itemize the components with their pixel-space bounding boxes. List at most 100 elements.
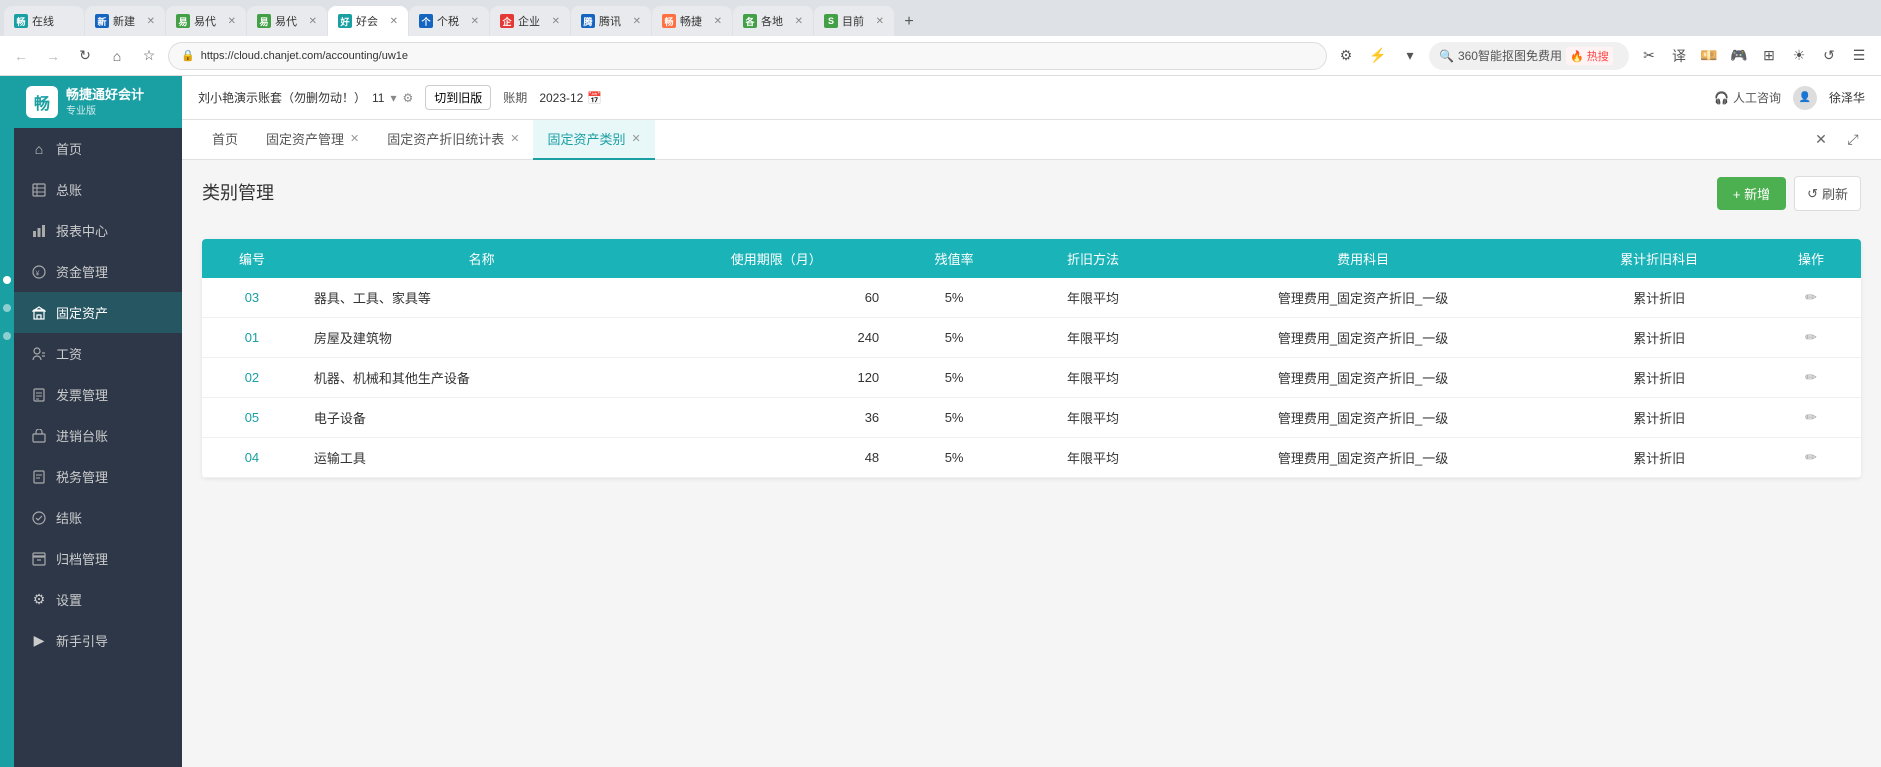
- tab-title-9: 畅捷: [680, 13, 710, 29]
- refresh-button[interactable]: ↺ 刷新: [1794, 176, 1861, 211]
- chart-icon: [30, 222, 48, 240]
- sidebar-item-guide[interactable]: ▶ 新手引导: [14, 620, 182, 661]
- tab-close-8[interactable]: ✕: [633, 16, 641, 27]
- cell-period-4: 48: [661, 438, 891, 478]
- menu-icon[interactable]: ☰: [1845, 42, 1873, 70]
- tab-favicon-11: S: [824, 14, 838, 28]
- edit-button-2[interactable]: ✏: [1805, 369, 1817, 385]
- translate-icon[interactable]: 译: [1665, 42, 1693, 70]
- tab-fixed-asset-category[interactable]: 固定资产类别 ✕: [533, 120, 654, 160]
- browser-tab-8[interactable]: 腾 腾讯 ✕: [571, 6, 651, 36]
- add-button[interactable]: + 新增: [1717, 177, 1786, 210]
- browser-tab-2[interactable]: 新 新建 ✕: [85, 6, 165, 36]
- browser-tab-6[interactable]: 个 个税 ✕: [409, 6, 489, 36]
- history-icon[interactable]: ↺: [1815, 42, 1843, 70]
- browser-tab-1[interactable]: 畅 在线: [4, 6, 84, 36]
- tab-close-3[interactable]: ✕: [228, 16, 236, 27]
- tab-maximize-button[interactable]: ⤢: [1841, 128, 1865, 152]
- username: 徐泽华: [1829, 89, 1865, 106]
- panel-dot-2[interactable]: [3, 304, 11, 312]
- sidebar-item-tax[interactable]: 税务管理: [14, 456, 182, 497]
- sidebar-item-payroll[interactable]: 工资: [14, 333, 182, 374]
- cell-name-1: 房屋及建筑物: [302, 318, 662, 358]
- edit-button-0[interactable]: ✏: [1805, 289, 1817, 305]
- panel-dot-3[interactable]: [3, 332, 11, 340]
- tab-close-2[interactable]: ✕: [147, 16, 155, 27]
- sidebar-item-funds[interactable]: ¥ 资金管理: [14, 251, 182, 292]
- dropdown-button[interactable]: ▾: [1397, 43, 1423, 69]
- tab-close-11[interactable]: ✕: [876, 16, 884, 27]
- tab-close-9[interactable]: ✕: [714, 16, 722, 27]
- tab-close-10[interactable]: ✕: [795, 16, 803, 27]
- scissors-icon[interactable]: ✂: [1635, 42, 1663, 70]
- sidebar-item-fixed-assets[interactable]: 固定资产: [14, 292, 182, 333]
- browser-tab-5[interactable]: 好 好会 ✕: [328, 6, 408, 36]
- grid-icon[interactable]: ⊞: [1755, 42, 1783, 70]
- tab-close-window-button[interactable]: ✕: [1809, 128, 1833, 152]
- forward-button[interactable]: →: [40, 43, 66, 69]
- new-tab-button[interactable]: +: [895, 8, 923, 36]
- table-row: 04 运输工具 48 5% 年限平均 管理费用_固定资产折旧_一级 累计折旧 ✏: [202, 438, 1861, 478]
- logo-text: 畅捷通好会计: [66, 87, 144, 103]
- data-table: 编号 名称 使用期限（月） 残值率 折旧方法 费用科目 累计折旧科目 操作 03…: [202, 239, 1861, 478]
- game-icon[interactable]: 🎮: [1725, 42, 1753, 70]
- tab-fixed-asset-mgmt-close[interactable]: ✕: [350, 132, 359, 145]
- browser-tab-7[interactable]: 企 企业 ✕: [490, 6, 570, 36]
- refresh-icon: ↺: [1807, 186, 1818, 202]
- sidebar-item-general-ledger[interactable]: 总账: [14, 169, 182, 210]
- edit-button-4[interactable]: ✏: [1805, 449, 1817, 465]
- cell-action-0: ✏: [1761, 278, 1861, 318]
- edit-button-1[interactable]: ✏: [1805, 329, 1817, 345]
- sidebar-item-archive[interactable]: 归档管理: [14, 538, 182, 579]
- boost-button[interactable]: ⚡: [1365, 43, 1391, 69]
- app-container: 畅 畅捷通好会计 专业版 ⌂ 首页 总账 报表中心 ¥ 资金管: [0, 76, 1881, 767]
- home-button[interactable]: ⌂: [104, 43, 130, 69]
- theme-icon[interactable]: ☀: [1785, 42, 1813, 70]
- dropdown-arrow[interactable]: ▾: [390, 91, 396, 105]
- user-settings-icon[interactable]: ⚙: [403, 91, 414, 105]
- tab-close-6[interactable]: ✕: [471, 16, 479, 27]
- sidebar-item-purchase-sale[interactable]: 进销台账: [14, 415, 182, 456]
- cell-accumulated-0: 累计折旧: [1557, 278, 1761, 318]
- period-value[interactable]: 2023-12 📅: [539, 91, 602, 105]
- panel-dot-1[interactable]: [3, 276, 11, 284]
- browser-tab-4[interactable]: 易 易代 ✕: [247, 6, 327, 36]
- bookmark-button[interactable]: ☆: [136, 43, 162, 69]
- invoice-icon: [30, 386, 48, 404]
- cell-period-1: 240: [661, 318, 891, 358]
- address-input[interactable]: 🔒 https://cloud.chanjet.com/accounting/u…: [168, 42, 1327, 70]
- sidebar-item-settings[interactable]: ⚙ 设置: [14, 579, 182, 620]
- tab-favicon-3: 易: [176, 14, 190, 28]
- user-account-name: 刘小艳演示账套（勿删勿动！）: [198, 89, 366, 106]
- switch-version-button[interactable]: 切到旧版: [425, 85, 491, 110]
- browser-tab-10[interactable]: 各 各地 ✕: [733, 6, 813, 36]
- cell-accumulated-1: 累计折旧: [1557, 318, 1761, 358]
- sidebar-item-checkout[interactable]: 结账: [14, 497, 182, 538]
- service-button[interactable]: 🎧 人工咨询: [1714, 89, 1781, 106]
- tab-fixed-asset-category-close[interactable]: ✕: [632, 132, 641, 145]
- app-header: 刘小艳演示账套（勿删勿动！） 11 ▾ ⚙ 切到旧版 账期 2023-12 📅 …: [182, 76, 1881, 120]
- sidebar-item-home[interactable]: ⌂ 首页: [14, 128, 182, 169]
- tab-close-7[interactable]: ✕: [552, 16, 560, 27]
- back-button[interactable]: ←: [8, 43, 34, 69]
- tab-fixed-asset-mgmt[interactable]: 固定资产管理 ✕: [252, 120, 373, 160]
- refresh-label: 刷新: [1822, 184, 1848, 203]
- tab-fixed-asset-depreciation-close[interactable]: ✕: [510, 132, 519, 145]
- sidebar-item-invoice[interactable]: 发票管理: [14, 374, 182, 415]
- payroll-icon: [30, 345, 48, 363]
- reload-button[interactable]: ↻: [72, 43, 98, 69]
- tab-close-4[interactable]: ✕: [309, 16, 317, 27]
- browser-tab-11[interactable]: S 目前 ✕: [814, 6, 894, 36]
- tab-fixed-asset-depreciation[interactable]: 固定资产折旧统计表 ✕: [373, 120, 533, 160]
- browser-tab-3[interactable]: 易 易代 ✕: [166, 6, 246, 36]
- tab-home[interactable]: 首页: [198, 120, 252, 160]
- browser-tab-9[interactable]: 畅 畅捷 ✕: [652, 6, 732, 36]
- extensions-button[interactable]: ⚙: [1333, 43, 1359, 69]
- search-bar[interactable]: 🔍 360智能抠图免费用 🔥 热搜: [1429, 42, 1629, 70]
- wallet-icon[interactable]: 💴: [1695, 42, 1723, 70]
- home-icon: ⌂: [30, 140, 48, 158]
- edit-button-3[interactable]: ✏: [1805, 409, 1817, 425]
- sidebar-item-reports[interactable]: 报表中心: [14, 210, 182, 251]
- tab-title-4: 易代: [275, 13, 305, 29]
- tab-close-5[interactable]: ✕: [390, 16, 398, 27]
